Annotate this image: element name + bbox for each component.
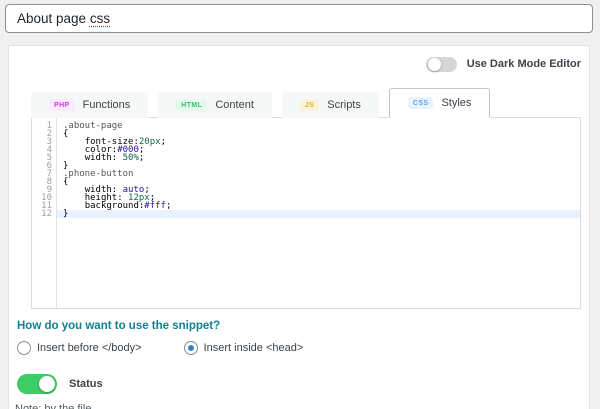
line-number: 12 xyxy=(32,210,52,218)
tab-scripts[interactable]: JS Scripts xyxy=(282,92,379,118)
status-row: Status xyxy=(17,373,581,394)
radio-label: Insert inside <head> xyxy=(204,342,304,354)
css-badge: CSS xyxy=(408,97,434,109)
snippet-title-text: About page xyxy=(17,11,90,26)
tab-functions[interactable]: PHP Functions xyxy=(31,92,148,118)
usage-section: How do you want to use the snippet? Inse… xyxy=(17,320,581,355)
dark-mode-label: Use Dark Mode Editor xyxy=(467,58,581,70)
usage-question: How do you want to use the snippet? xyxy=(17,320,581,332)
tab-label: Scripts xyxy=(327,99,361,111)
php-badge: PHP xyxy=(49,99,75,111)
js-badge: JS xyxy=(300,99,319,111)
usage-radio-2[interactable]: Insert inside <head> xyxy=(184,341,304,355)
code-line: background:#fff; xyxy=(63,202,580,210)
code-line: } xyxy=(57,210,580,218)
status-label: Status xyxy=(69,378,103,390)
tab-content[interactable]: HTML Content xyxy=(158,92,272,118)
editor-code-area: .about-page{ font-size:20px; color:#000;… xyxy=(57,118,580,308)
radio-label: Insert before </body> xyxy=(37,342,142,354)
status-toggle-knob xyxy=(39,376,55,392)
dark-mode-toggle[interactable] xyxy=(426,57,457,72)
snippet-type-tab-bar: PHP Functions HTML Content JS Scripts CSS Style… xyxy=(31,88,581,118)
snippet-editor-panel: Use Dark Mode Editor PHP Functions HTML Con… xyxy=(8,45,590,409)
status-toggle[interactable] xyxy=(17,374,57,394)
radio-selected-icon[interactable] xyxy=(184,341,198,355)
code-line: } xyxy=(63,162,580,170)
usage-radio-1[interactable]: Insert before </body> xyxy=(17,341,142,355)
editor-line-number-gutter: 123456789101112 xyxy=(32,118,57,308)
code-line: .about-page xyxy=(63,122,580,130)
html-badge: HTML xyxy=(176,99,207,111)
dark-mode-row: Use Dark Mode Editor xyxy=(9,56,581,72)
snippet-title-input[interactable]: About page css xyxy=(5,4,593,33)
code-editor[interactable]: 123456789101112 .about-page{ font-size:2… xyxy=(31,117,581,309)
code-line: .phone-button xyxy=(63,170,580,178)
tab-label: Content xyxy=(215,99,254,111)
tab-styles[interactable]: CSS Styles xyxy=(389,88,491,118)
usage-options: Insert before </body> Insert inside <head… xyxy=(17,341,581,355)
radio-unselected-icon[interactable] xyxy=(17,341,31,355)
code-line: width: 50%; xyxy=(63,154,580,162)
tab-label: Functions xyxy=(83,99,131,111)
dark-mode-toggle-knob xyxy=(428,58,441,71)
snippet-title-misspelled-word: css xyxy=(90,11,110,26)
tab-label: Styles xyxy=(441,97,471,109)
footer-note: Note: by the file xyxy=(15,403,581,409)
